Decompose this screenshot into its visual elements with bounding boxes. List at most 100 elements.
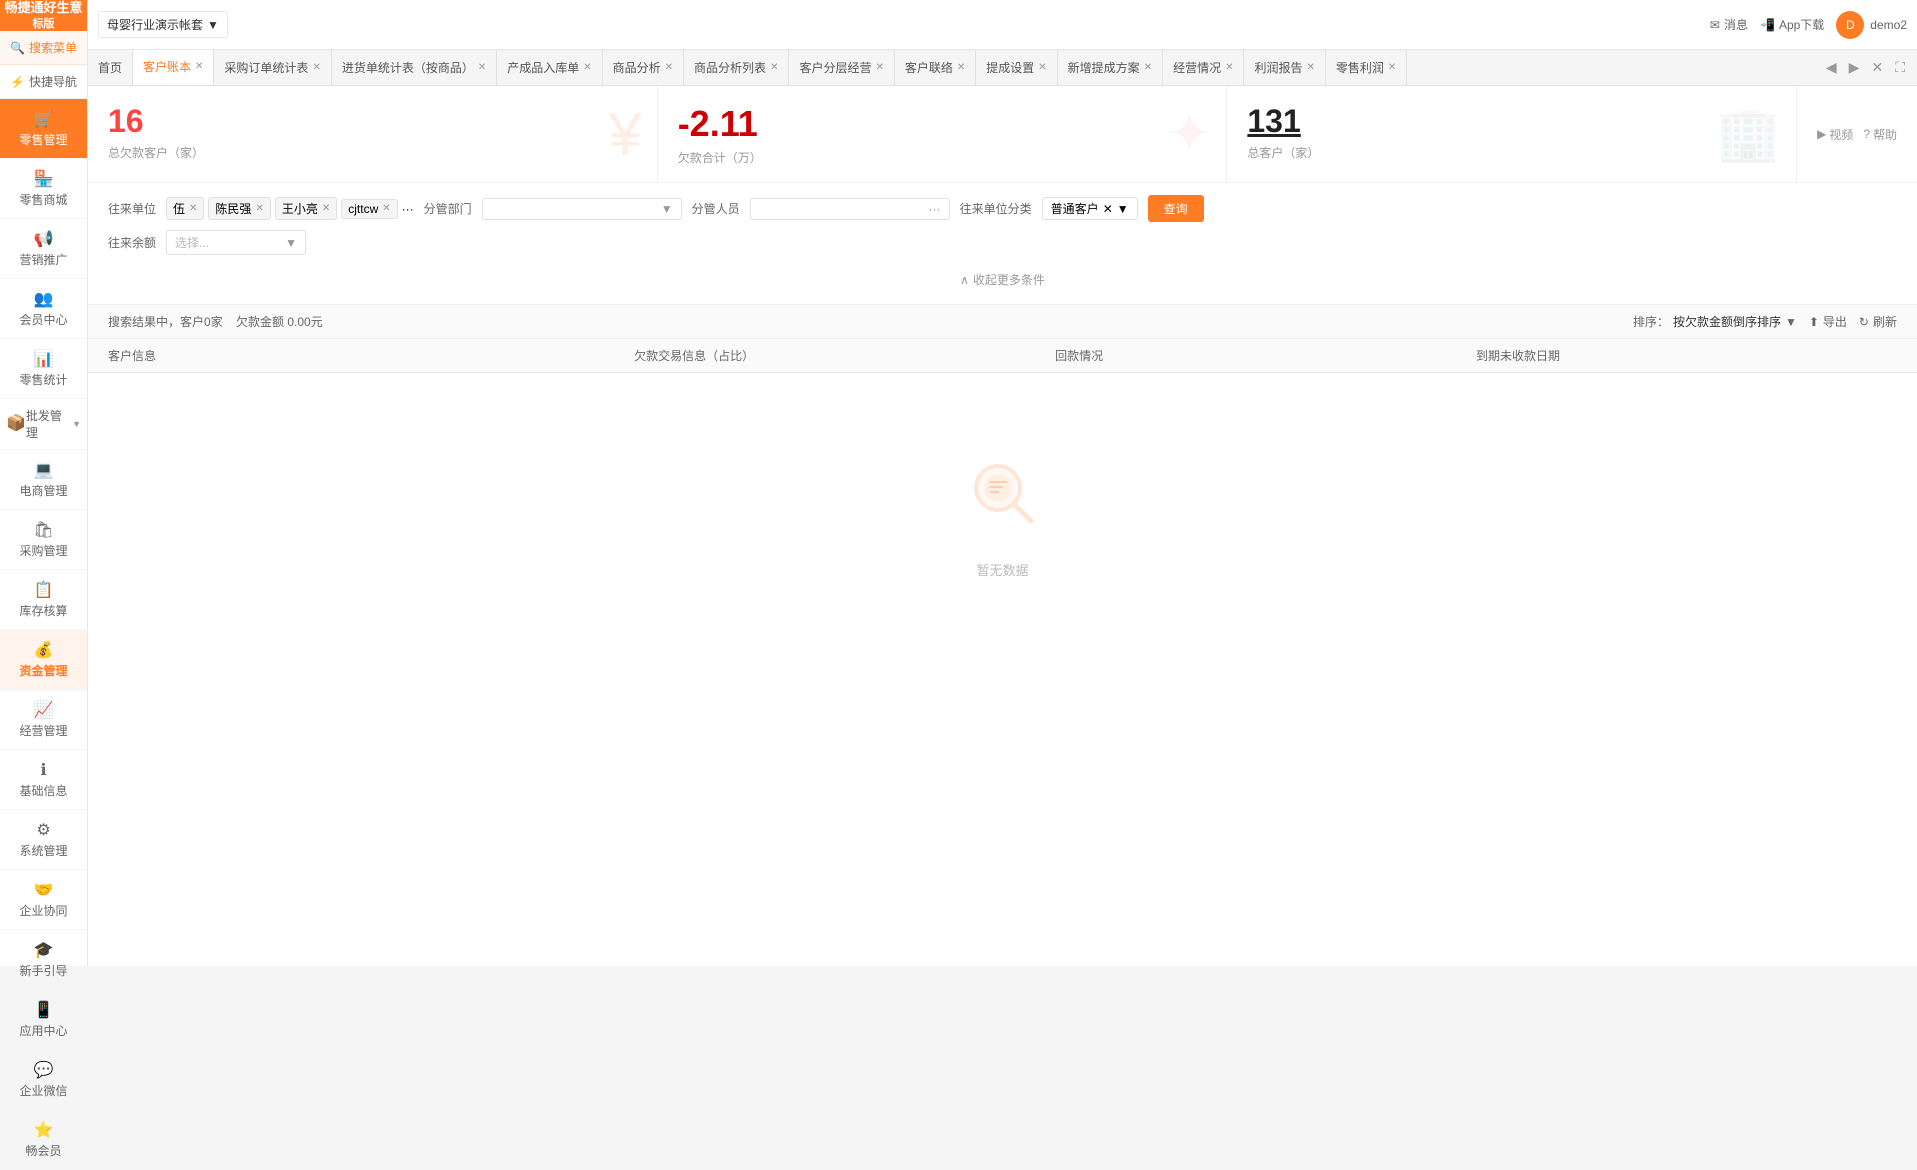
tab-product-analysis-close[interactable]: ✕ (665, 62, 673, 73)
filter-tag-chen-close[interactable]: ✕ (255, 203, 263, 214)
sidebar-item-ecommerce-mgmt[interactable]: 💻 电商管理 (0, 450, 87, 510)
tab-purchase-stats-by-product[interactable]: 进货单统计表（按商品） ✕ (332, 50, 497, 86)
tab-purchase-order-stats-label: 采购订单统计表 (224, 59, 308, 76)
filter-tags-more-btn[interactable]: ··· (402, 202, 414, 216)
unit-filter-tags: 伍 ✕ 陈民强 ✕ 王小亮 ✕ cjttcw ✕ ··· (166, 197, 414, 220)
sidebar-item-label: 会员中心 (19, 311, 67, 328)
sidebar-item-inventory-check[interactable]: 📋 库存核算 (0, 570, 87, 630)
tab-product-storage-close[interactable]: ✕ (583, 62, 591, 73)
tab-next-btn[interactable]: ▶ (1845, 57, 1864, 78)
sidebar-item-fund-mgmt[interactable]: 💰 资金管理 (0, 630, 87, 690)
tab-product-storage[interactable]: 产成品入库单 ✕ (497, 50, 602, 86)
sidebar-item-app-center[interactable]: 📱 应用中心 (0, 990, 87, 1050)
collapse-section: ∧ 收起更多条件 (108, 263, 1897, 296)
sidebar-item-enterprise-wechat[interactable]: 💬 企业微信 (0, 1050, 87, 1110)
balance-filter-select[interactable]: 选择... ▼ (166, 230, 306, 255)
tab-profit-report[interactable]: 利润报告 ✕ (1244, 50, 1325, 86)
tab-product-analysis-list-close[interactable]: ✕ (770, 62, 778, 73)
tab-customer-balance[interactable]: 客户账本 ✕ (133, 50, 214, 86)
tab-customer-contact-close[interactable]: ✕ (957, 62, 965, 73)
stat-value-debt-amount: -2.11 (678, 102, 758, 145)
result-sort[interactable]: 排序： 按欠款金额倒序排序 ▼ (1633, 313, 1797, 330)
tab-product-analysis-list-label: 商品分析列表 (694, 59, 766, 76)
filter-tag-cjttcw-label: cjttcw (348, 202, 378, 216)
person-filter-select[interactable]: ··· (750, 198, 950, 220)
refresh-btn[interactable]: ↻ 刷新 (1859, 313, 1897, 330)
query-btn[interactable]: 查询 (1148, 195, 1204, 222)
help-btn[interactable]: ? 帮助 (1863, 126, 1897, 143)
export-btn[interactable]: ⬆ 导出 (1809, 313, 1847, 330)
stat-card1-bg-icon: ¥ (608, 100, 641, 169)
suite-selector[interactable]: 母婴行业演示帐套 ▼ (98, 11, 228, 38)
sidebar-item-new-guide[interactable]: 🎓 新手引导 (0, 930, 87, 990)
sidebar: 畅捷通好生意 标版 🔍 搜索菜单 ⚡ 快捷导航 🛒 零售管理 🏪 零售商城 📢 … (0, 0, 88, 966)
person-filter-more: ··· (929, 202, 941, 216)
collapse-btn[interactable]: ∧ 收起更多条件 (960, 267, 1045, 292)
tab-new-promo-plan[interactable]: 新增提成方案 ✕ (1058, 50, 1163, 86)
sidebar-item-enterprise-collab[interactable]: 🤝 企业协同 (0, 870, 87, 930)
username-label: demo2 (1870, 18, 1907, 32)
app-download-btn[interactable]: 📲 App下载 (1760, 16, 1824, 33)
tab-product-analysis-list[interactable]: 商品分析列表 ✕ (684, 50, 789, 86)
tab-purchase-stats-by-product-close[interactable]: ✕ (478, 62, 486, 73)
tab-profit-report-label: 利润报告 (1254, 59, 1302, 76)
tab-close-all-btn[interactable]: ✕ (1867, 57, 1887, 78)
sidebar-item-retail-mall[interactable]: 🏪 零售商城 (0, 159, 87, 219)
sidebar-item-member-center[interactable]: 👥 会员中心 (0, 279, 87, 339)
sidebar-quick-nav[interactable]: ⚡ 快捷导航 (0, 65, 87, 99)
tab-customer-tier-close[interactable]: ✕ (875, 62, 883, 73)
unit-category-filter[interactable]: 普通客户 ✕ ▼ (1042, 197, 1138, 220)
tab-new-promo-plan-close[interactable]: ✕ (1144, 62, 1152, 73)
user-menu[interactable]: D demo2 (1836, 11, 1907, 39)
sidebar-item-system-mgmt[interactable]: ⚙ 系统管理 (0, 810, 87, 870)
sidebar-item-super-member[interactable]: ⭐ 畅会员 (0, 1110, 87, 1170)
filter-tag-cjttcw: cjttcw ✕ (341, 199, 397, 219)
tab-retail-profit-close[interactable]: ✕ (1388, 62, 1396, 73)
tab-purchase-order-stats[interactable]: 采购订单统计表 ✕ (214, 50, 331, 86)
tab-product-storage-label: 产成品入库单 (507, 59, 579, 76)
sidebar-item-retail-stats[interactable]: 📊 零售统计 (0, 339, 87, 399)
video-btn[interactable]: ▶ 视频 (1817, 126, 1853, 143)
dept-filter-select[interactable]: ▼ (482, 198, 682, 220)
stat-card2-bg-icon: ✦ (1168, 104, 1212, 164)
filter-tag-wang-close[interactable]: ✕ (322, 203, 330, 214)
tab-profit-report-close[interactable]: ✕ (1307, 62, 1315, 73)
tab-retail-profit[interactable]: 零售利润 ✕ (1326, 50, 1407, 86)
unit-category-tag-close[interactable]: ✕ (1103, 202, 1113, 216)
collapse-btn-label: 收起更多条件 (973, 271, 1045, 288)
sidebar-item-marketing[interactable]: 📢 营销推广 (0, 219, 87, 279)
tab-promo-settings-close[interactable]: ✕ (1038, 62, 1046, 73)
tab-product-analysis[interactable]: 商品分析 ✕ (603, 50, 684, 86)
sidebar-item-wholesale-mgmt[interactable]: 📦 批发管理 ▼ (0, 399, 87, 450)
sidebar-item-label: 零售统计 (19, 371, 67, 388)
sidebar-search[interactable]: 🔍 搜索菜单 (0, 31, 87, 65)
sidebar-item-purchase-mgmt[interactable]: 🛍 采购管理 (0, 510, 87, 570)
tab-operations-status-close[interactable]: ✕ (1225, 62, 1233, 73)
stat-card-total-customers: 🏢 131 总客户（家） (1227, 86, 1797, 182)
filter-tag-chen-label: 陈民强 (215, 200, 251, 217)
tab-customer-contact[interactable]: 客户联络 ✕ (895, 50, 976, 86)
sidebar-item-operations-mgmt[interactable]: 📈 经营管理 (0, 690, 87, 750)
tab-home[interactable]: 首页 (88, 50, 133, 86)
result-summary: 搜索结果中，客户0家 欠款金额 0.00元 (108, 313, 323, 330)
filter-tag-wu-close[interactable]: ✕ (189, 203, 197, 214)
suite-selector-label: 母婴行业演示帐套 (107, 16, 203, 33)
data-table: 客户信息 欠款交易信息（占比） 回款情况 到期未收款日期 (88, 339, 1917, 659)
export-icon: ⬆ (1809, 315, 1819, 329)
sidebar-item-retail-mgmt[interactable]: 🛒 零售管理 (0, 99, 87, 159)
avatar: D (1836, 11, 1864, 39)
tab-fullscreen-btn[interactable]: ⛶ (1891, 57, 1909, 78)
sidebar-item-basic-info[interactable]: ℹ 基础信息 (0, 750, 87, 810)
tab-purchase-order-stats-close[interactable]: ✕ (312, 62, 320, 73)
sidebar-item-label: 零售管理 (19, 131, 67, 148)
tab-customer-balance-close[interactable]: ✕ (195, 61, 203, 72)
col-header-debt: 欠款交易信息（占比） (634, 347, 1055, 364)
tab-operations-status[interactable]: 经营情况 ✕ (1163, 50, 1244, 86)
tab-purchase-stats-by-product-label: 进货单统计表（按商品） (342, 59, 474, 76)
tab-promo-settings[interactable]: 提成设置 ✕ (976, 50, 1057, 86)
result-summary-text: 搜索结果中，客户0家 (108, 315, 223, 329)
tab-customer-tier[interactable]: 客户分层经营 ✕ (789, 50, 894, 86)
filter-tag-cjttcw-close[interactable]: ✕ (382, 203, 390, 214)
message-btn[interactable]: ✉ 消息 (1710, 16, 1748, 33)
tab-prev-btn[interactable]: ◀ (1822, 57, 1841, 78)
